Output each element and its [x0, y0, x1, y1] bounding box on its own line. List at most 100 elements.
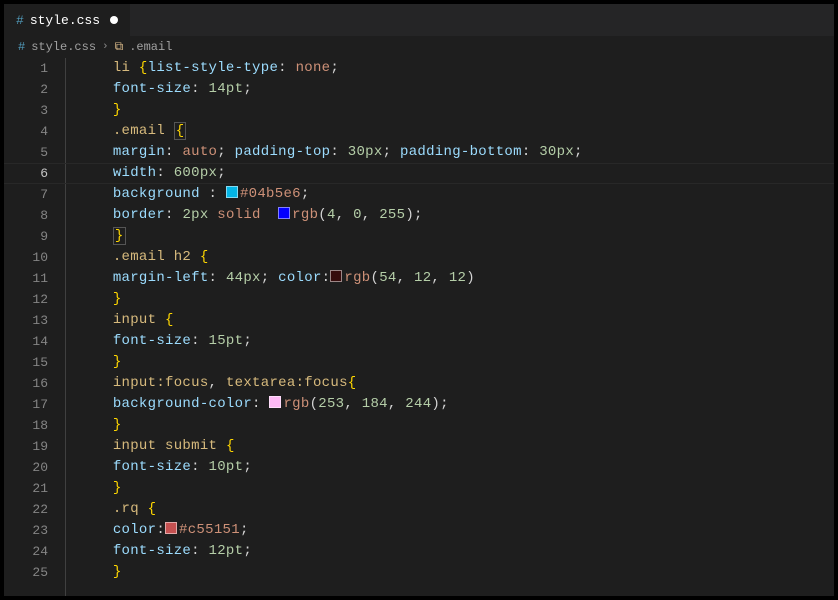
line-number-gutter[interactable]: 1234567891011121314151617181920212223242…: [4, 58, 66, 596]
code-line[interactable]: }: [78, 226, 834, 247]
code-area: 1234567891011121314151617181920212223242…: [4, 58, 834, 596]
color-swatch-icon[interactable]: [269, 396, 281, 408]
line-number[interactable]: 12: [4, 289, 48, 310]
line-number[interactable]: 25: [4, 562, 48, 583]
token: 54: [379, 270, 396, 286]
code-line[interactable]: font-size: 15pt;: [78, 331, 834, 352]
token: 14pt: [209, 81, 244, 97]
code-line[interactable]: font-size: 10pt;: [78, 457, 834, 478]
token: #c55151: [179, 522, 240, 538]
token: input: [113, 375, 157, 391]
line-number[interactable]: 21: [4, 478, 48, 499]
code-line[interactable]: }: [78, 415, 834, 436]
token: background: [113, 186, 209, 202]
code-line[interactable]: font-size: 12pt;: [78, 541, 834, 562]
line-number[interactable]: 19: [4, 436, 48, 457]
token: ,: [431, 270, 448, 286]
token: .email: [113, 123, 174, 139]
color-swatch-icon[interactable]: [330, 270, 342, 282]
line-number[interactable]: 17: [4, 394, 48, 415]
token: ;: [243, 333, 252, 349]
token: #04b5e6: [240, 186, 301, 202]
line-number[interactable]: 2: [4, 79, 48, 100]
code-line[interactable]: color:#c55151;: [78, 520, 834, 541]
code-line[interactable]: }: [78, 478, 834, 499]
line-number[interactable]: 10: [4, 247, 48, 268]
line-number[interactable]: 24: [4, 541, 48, 562]
unsaved-indicator-icon: [110, 16, 118, 24]
line-number[interactable]: 23: [4, 520, 48, 541]
code-line[interactable]: .rq {: [78, 499, 834, 520]
tab-filename: style.css: [30, 13, 100, 28]
token: font-size: [113, 333, 191, 349]
token: :: [278, 60, 295, 76]
token: :: [322, 270, 331, 286]
code-content[interactable]: li {list-style-type: none; font-size: 14…: [66, 58, 834, 596]
line-number[interactable]: 20: [4, 457, 48, 478]
code-line[interactable]: }: [78, 352, 834, 373]
token: 44px: [226, 270, 261, 286]
token: .email: [113, 249, 174, 265]
line-number[interactable]: 5: [4, 142, 48, 163]
line-number[interactable]: 3: [4, 100, 48, 121]
code-line[interactable]: input:focus, textarea:focus{: [78, 373, 834, 394]
token: input: [113, 312, 165, 328]
line-number[interactable]: 13: [4, 310, 48, 331]
token: 12: [449, 270, 466, 286]
code-line[interactable]: background : #04b5e6;: [78, 184, 834, 205]
color-swatch-icon[interactable]: [278, 207, 290, 219]
code-line[interactable]: .email {: [78, 121, 834, 142]
token: :: [522, 144, 539, 160]
line-number[interactable]: 22: [4, 499, 48, 520]
token: ;: [440, 396, 449, 412]
color-swatch-icon[interactable]: [165, 522, 177, 534]
code-line[interactable]: margin: auto; padding-top: 30px; padding…: [78, 142, 834, 163]
code-line[interactable]: background-color: rgb(253, 184, 244);: [78, 394, 834, 415]
code-line[interactable]: margin-left: 44px; color:rgb(54, 12, 12): [78, 268, 834, 289]
editor-window: # style.css # style.css › ⧉ .email 12345…: [4, 4, 834, 596]
token: ;: [383, 144, 400, 160]
token: 244: [405, 396, 431, 412]
code-line[interactable]: }: [78, 289, 834, 310]
code-line[interactable]: .email h2 {: [78, 247, 834, 268]
token: }: [113, 102, 122, 118]
code-line[interactable]: font-size: 14pt;: [78, 79, 834, 100]
line-number[interactable]: 7: [4, 184, 48, 205]
token: (: [318, 207, 327, 223]
color-swatch-icon[interactable]: [226, 186, 238, 198]
code-line[interactable]: border: 2px solid rgb(4, 0, 255);: [78, 205, 834, 226]
code-line[interactable]: width: 600px;: [78, 163, 834, 184]
line-number[interactable]: 8: [4, 205, 48, 226]
code-line[interactable]: li {list-style-type: none;: [78, 58, 834, 79]
token: :: [156, 165, 173, 181]
line-number[interactable]: 4: [4, 121, 48, 142]
token: width: [113, 165, 157, 181]
token: :focus: [296, 375, 348, 391]
line-number[interactable]: 1: [4, 58, 48, 79]
code-line[interactable]: input submit {: [78, 436, 834, 457]
token: rgb: [344, 270, 370, 286]
symbol-icon: ⧉: [115, 40, 124, 54]
breadcrumb[interactable]: # style.css › ⧉ .email: [4, 36, 834, 58]
token: list-style-type: [148, 60, 279, 76]
token: none: [296, 60, 331, 76]
file-tab[interactable]: # style.css: [4, 4, 130, 36]
token: font-size: [113, 459, 191, 475]
line-number[interactable]: 18: [4, 415, 48, 436]
line-number[interactable]: 15: [4, 352, 48, 373]
code-line[interactable]: }: [78, 100, 834, 121]
token: (: [310, 396, 319, 412]
code-line[interactable]: }: [78, 562, 834, 583]
line-number[interactable]: 9: [4, 226, 48, 247]
code-line[interactable]: input {: [78, 310, 834, 331]
css-file-icon: #: [16, 13, 24, 28]
token: font-size: [113, 543, 191, 559]
line-number[interactable]: 11: [4, 268, 48, 289]
token: :: [191, 333, 208, 349]
token: ;: [414, 207, 423, 223]
line-number[interactable]: 16: [4, 373, 48, 394]
line-number[interactable]: 14: [4, 331, 48, 352]
breadcrumb-file: style.css: [31, 40, 96, 54]
line-number[interactable]: 6: [4, 163, 48, 184]
token: 253: [318, 396, 344, 412]
